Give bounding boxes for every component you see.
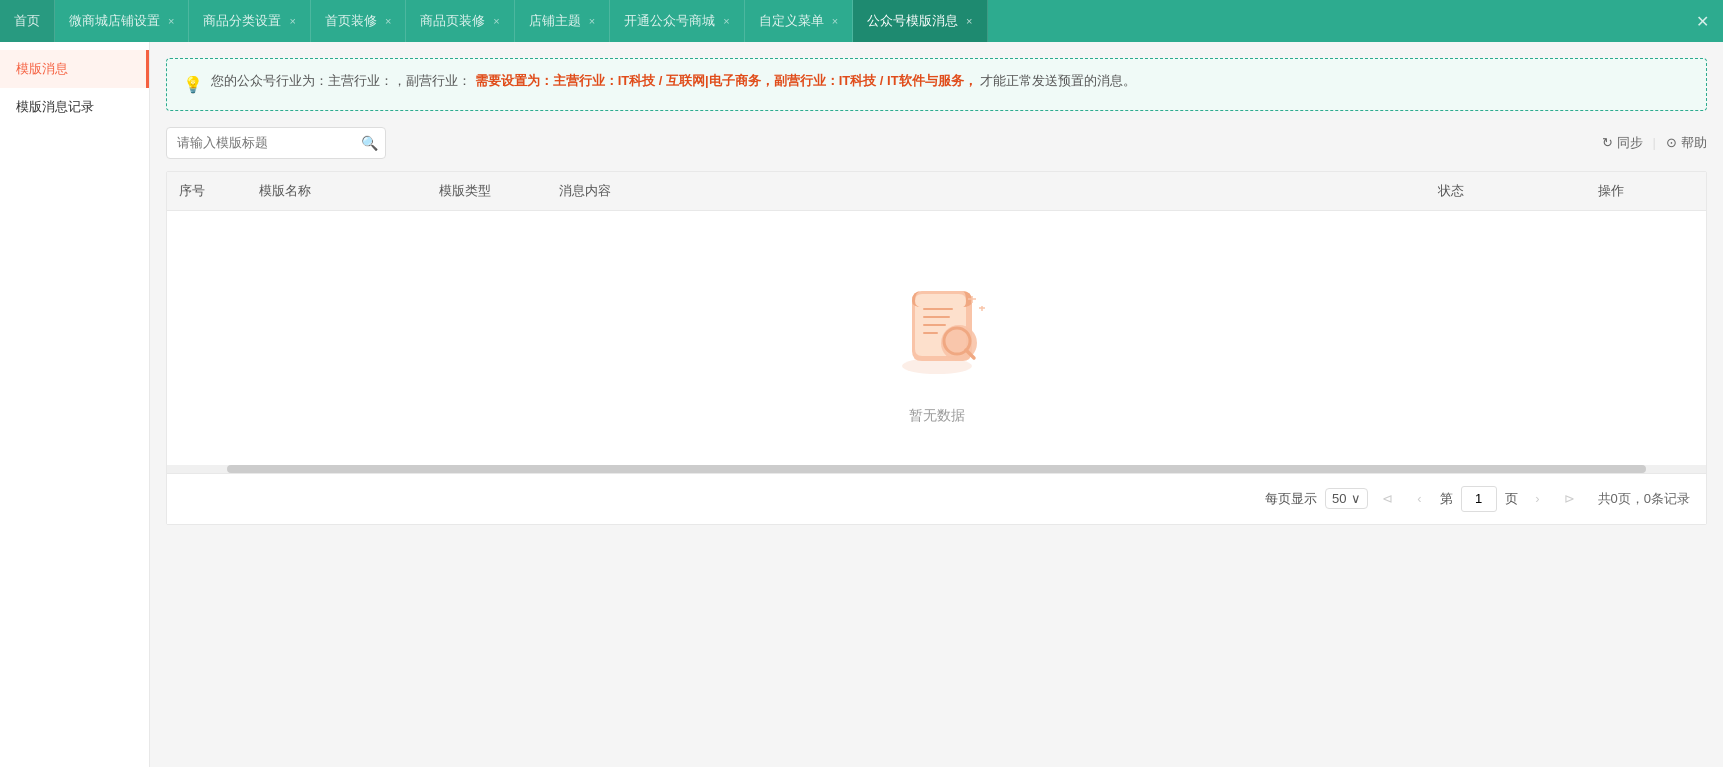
pagination: 每页显示 50 ∨ ⊲ ‹ 第 页 › ⊳ 共0页，0条记录 (167, 473, 1706, 524)
table-header-3: 消息内容 (547, 172, 1426, 210)
search-icon[interactable]: 🔍 (361, 135, 378, 151)
close-tab-6-icon[interactable]: × (723, 15, 729, 27)
table-header-5: 操作 (1586, 172, 1706, 210)
close-tab-7-icon[interactable]: × (832, 15, 838, 27)
last-page-button[interactable]: ⊳ (1558, 487, 1582, 511)
close-tab-3-icon[interactable]: × (385, 15, 391, 27)
close-tab-4-icon[interactable]: × (493, 15, 499, 27)
data-table: 序号模版名称模版类型消息内容状态操作 (166, 171, 1707, 525)
search-right: ↻ 同步 | ⊙ 帮助 (1602, 134, 1707, 152)
first-page-button[interactable]: ⊲ (1376, 487, 1400, 511)
table-header-0: 序号 (167, 172, 247, 210)
page-label: 页 (1505, 490, 1518, 508)
divider: | (1653, 135, 1656, 150)
empty-illustration (877, 271, 997, 391)
sync-button[interactable]: ↻ 同步 (1602, 134, 1643, 152)
table-header-4: 状态 (1426, 172, 1586, 210)
nav-tab-7[interactable]: 自定义菜单× (745, 0, 853, 42)
help-icon: ⊙ (1666, 135, 1677, 150)
notice-box: 💡 您的公众号行业为：主营行业：，副营行业： 需要设置为：主营行业：IT科技 /… (166, 58, 1707, 111)
page-number-input[interactable] (1461, 486, 1497, 512)
notice-text: 您的公众号行业为：主营行业：，副营行业： 需要设置为：主营行业：IT科技 / 互… (211, 71, 1136, 92)
page-size-arrow: ∨ (1351, 491, 1361, 506)
notice-icon: 💡 (183, 72, 203, 98)
search-left: 🔍 (166, 127, 386, 159)
sidebar: 模版消息模版消息记录 (0, 42, 150, 767)
nav-tab-0[interactable]: 首页 (0, 0, 55, 42)
close-tab-8-icon[interactable]: × (966, 15, 972, 27)
next-page-button[interactable]: › (1526, 487, 1550, 511)
nav-tab-1[interactable]: 微商城店铺设置× (55, 0, 189, 42)
close-all-button[interactable]: ✕ (1682, 12, 1723, 31)
main-layout: 模版消息模版消息记录 💡 您的公众号行业为：主营行业：，副营行业： 需要设置为：… (0, 42, 1723, 767)
page-size-selector[interactable]: 50 ∨ (1325, 488, 1367, 509)
help-button[interactable]: ⊙ 帮助 (1666, 134, 1707, 152)
page-total: 共0页，0条记录 (1598, 490, 1690, 508)
nav-tab-8[interactable]: 公众号模版消息× (853, 0, 987, 42)
sync-label: 同步 (1617, 134, 1643, 152)
nav-tab-6[interactable]: 开通公众号商城× (610, 0, 744, 42)
page-size-value: 50 (1332, 491, 1346, 506)
scrollbar-thumb[interactable] (227, 465, 1646, 473)
sidebar-item-0[interactable]: 模版消息 (0, 50, 149, 88)
notice-highlight: 需要设置为：主营行业：IT科技 / 互联网|电子商务，副营行业：IT科技 / I… (475, 73, 977, 88)
empty-text: 暂无数据 (909, 407, 965, 425)
search-bar: 🔍 ↻ 同步 | ⊙ 帮助 (166, 127, 1707, 159)
close-tab-2-icon[interactable]: × (289, 15, 295, 27)
nav-tab-4[interactable]: 商品页装修× (406, 0, 514, 42)
sidebar-item-1[interactable]: 模版消息记录 (0, 88, 149, 126)
close-tab-5-icon[interactable]: × (589, 15, 595, 27)
table-header-2: 模版类型 (427, 172, 547, 210)
table-header: 序号模版名称模版类型消息内容状态操作 (167, 172, 1706, 211)
search-input[interactable] (166, 127, 386, 159)
top-navigation: 首页微商城店铺设置×商品分类设置×首页装修×商品页装修×店铺主题×开通公众号商城… (0, 0, 1723, 42)
sync-icon: ↻ (1602, 135, 1613, 150)
nav-tab-3[interactable]: 首页装修× (311, 0, 406, 42)
nav-tab-5[interactable]: 店铺主题× (515, 0, 610, 42)
page-di-label: 第 (1440, 490, 1453, 508)
empty-state: 暂无数据 (167, 211, 1706, 465)
help-label: 帮助 (1681, 134, 1707, 152)
page-size-label: 每页显示 (1265, 490, 1317, 508)
content-area: 💡 您的公众号行业为：主营行业：，副营行业： 需要设置为：主营行业：IT科技 /… (150, 42, 1723, 767)
nav-tab-2[interactable]: 商品分类设置× (189, 0, 310, 42)
close-tab-1-icon[interactable]: × (168, 15, 174, 27)
table-header-1: 模版名称 (247, 172, 427, 210)
search-input-wrapper: 🔍 (166, 127, 386, 159)
horizontal-scrollbar[interactable] (167, 465, 1706, 473)
prev-page-button[interactable]: ‹ (1408, 487, 1432, 511)
